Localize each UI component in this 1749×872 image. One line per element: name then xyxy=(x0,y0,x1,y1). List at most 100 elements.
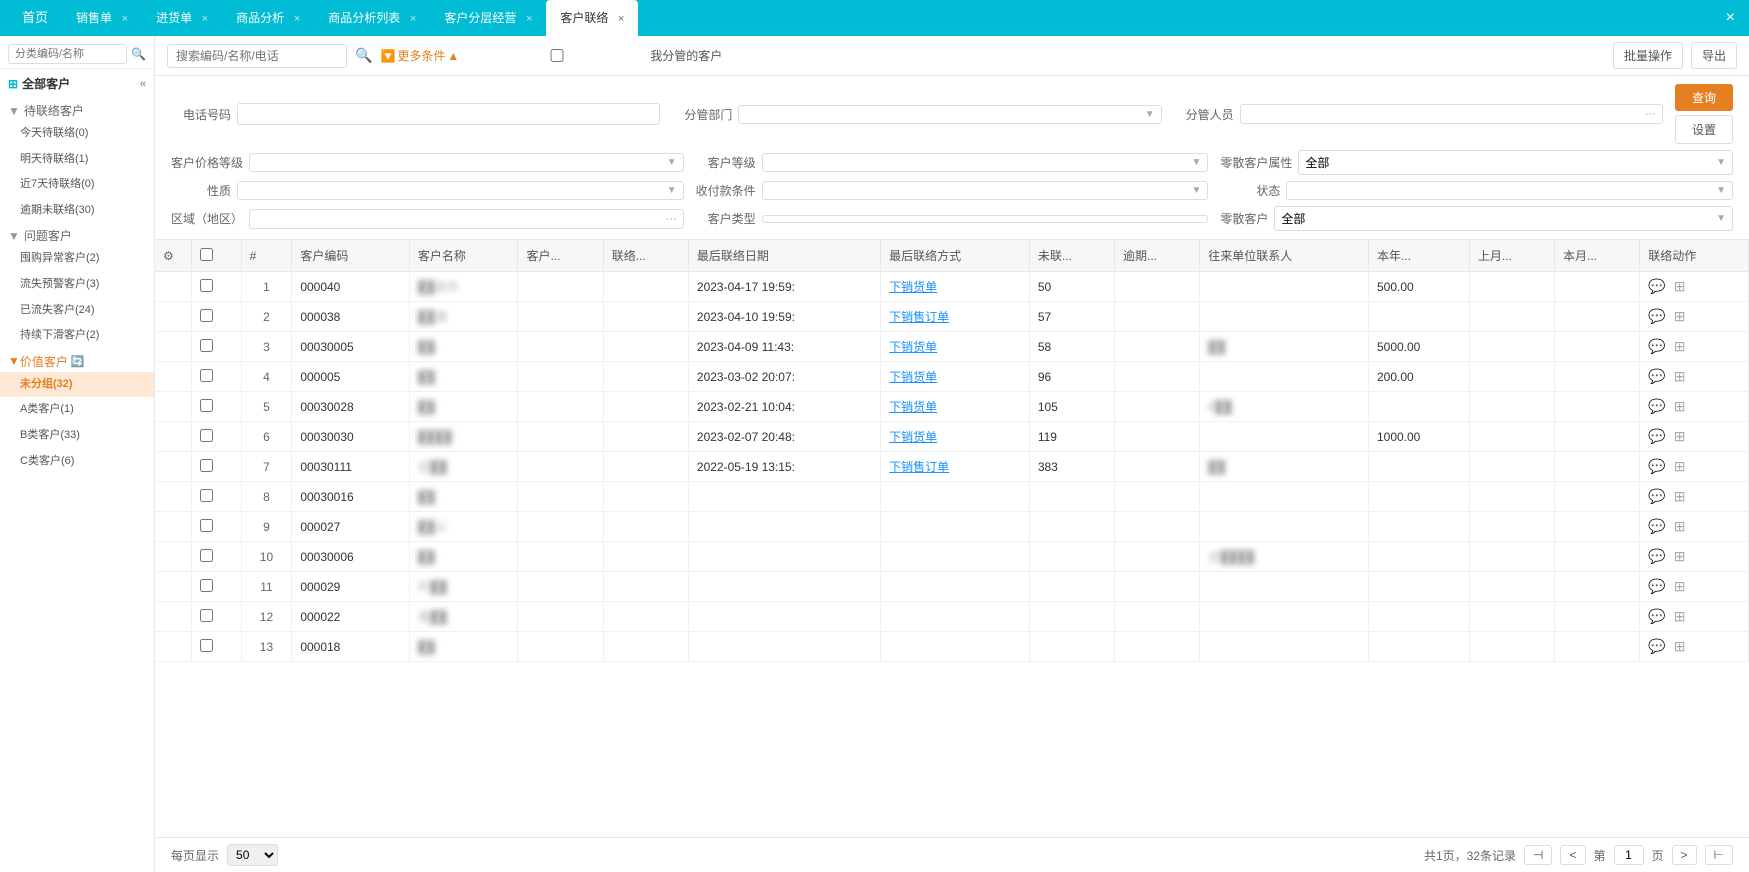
filter-payment-select[interactable]: ▼ xyxy=(762,181,1209,200)
batch-op-button[interactable]: 批量操作 xyxy=(1613,42,1683,69)
filter-status-select[interactable]: ▼ xyxy=(1286,181,1733,200)
sidebar-group-problem[interactable]: ▼ 问题客户 xyxy=(0,223,154,246)
per-page-select[interactable]: 50 100 xyxy=(227,844,278,866)
row-checkbox[interactable] xyxy=(191,572,241,602)
row-checkbox[interactable] xyxy=(191,632,241,662)
row-last-contact-method[interactable] xyxy=(881,632,1030,662)
row-last-contact-method[interactable]: 下销售订单 xyxy=(881,302,1030,332)
close-tab-0-icon[interactable]: × xyxy=(122,13,128,25)
sidebar-item-overdue[interactable]: 逾期未联络(30) xyxy=(0,198,154,224)
page-input[interactable] xyxy=(1614,845,1644,865)
sidebar-item-tomorrow[interactable]: 明天待联络(1) xyxy=(0,147,154,173)
row-checkbox[interactable] xyxy=(191,542,241,572)
my-customers-checkbox[interactable] xyxy=(467,49,647,62)
sidebar-item-churned[interactable]: 已流失客户(24) xyxy=(0,298,154,324)
row-last-contact-method[interactable]: 下销货单 xyxy=(881,332,1030,362)
last-month-header[interactable]: 上月... xyxy=(1469,240,1554,272)
row-select-checkbox[interactable] xyxy=(200,609,213,622)
chat-icon[interactable]: 💬 xyxy=(1648,458,1665,475)
filter-retail-attr-select[interactable]: 全部 ▼ xyxy=(1298,150,1733,175)
chat-icon[interactable]: 💬 xyxy=(1648,278,1665,295)
row-select-checkbox[interactable] xyxy=(200,429,213,442)
close-tab-3-icon[interactable]: × xyxy=(410,13,416,25)
settings-icon[interactable]: ⚙ xyxy=(163,249,174,263)
filter-price-level-select[interactable]: ▼ xyxy=(249,153,684,172)
row-last-contact-method[interactable] xyxy=(881,482,1030,512)
chat-icon[interactable]: 💬 xyxy=(1648,338,1665,355)
chat-icon[interactable]: 💬 xyxy=(1648,428,1665,445)
search-input[interactable] xyxy=(167,44,347,68)
sidebar-all-customers[interactable]: ⊞ 全部客户 « xyxy=(0,69,154,98)
sidebar-item-ungrouped[interactable]: 未分组(32) xyxy=(0,372,154,398)
row-last-contact-method[interactable] xyxy=(881,512,1030,542)
sidebar-item-class-a[interactable]: A类客户(1) xyxy=(0,397,154,423)
close-tab-5-icon[interactable]: × xyxy=(618,13,624,25)
code-header[interactable]: 客户编码 xyxy=(292,240,410,272)
row-checkbox[interactable] xyxy=(191,422,241,452)
sidebar-item-7days[interactable]: 近7天待联络(0) xyxy=(0,172,154,198)
filter-cust-type-select[interactable] xyxy=(762,215,1209,223)
next-page-button[interactable]: > xyxy=(1672,845,1697,865)
contact-header[interactable]: 联络... xyxy=(603,240,688,272)
grid-action-icon[interactable]: ⊞ xyxy=(1674,548,1686,565)
last-contact-method-header[interactable]: 最后联络方式 xyxy=(881,240,1030,272)
row-select-checkbox[interactable] xyxy=(200,579,213,592)
chat-icon[interactable]: 💬 xyxy=(1648,308,1665,325)
filter-dept-select[interactable]: ▼ xyxy=(738,105,1161,124)
close-tab-2-icon[interactable]: × xyxy=(294,13,300,25)
sidebar-item-class-c[interactable]: C类客户(6) xyxy=(0,449,154,475)
grid-action-icon[interactable]: ⊞ xyxy=(1674,458,1686,475)
row-checkbox[interactable] xyxy=(191,482,241,512)
filter-retail-cust-select[interactable]: 全部 ▼ xyxy=(1274,206,1733,231)
sidebar-search-input[interactable] xyxy=(8,44,127,64)
sidebar-search-icon[interactable]: 🔍 xyxy=(131,47,146,61)
prev-page-button[interactable]: < xyxy=(1560,845,1585,865)
row-select-checkbox[interactable] xyxy=(200,279,213,292)
grid-action-icon[interactable]: ⊞ xyxy=(1674,338,1686,355)
nav-tab-0[interactable]: 销售单 × xyxy=(62,0,142,36)
unit-contacts-header[interactable]: 往来单位联系人 xyxy=(1200,240,1369,272)
checkbox-header[interactable] xyxy=(191,240,241,272)
grid-action-icon[interactable]: ⊞ xyxy=(1674,278,1686,295)
row-last-contact-method[interactable]: 下销货单 xyxy=(881,392,1030,422)
row-select-checkbox[interactable] xyxy=(200,399,213,412)
nav-tab-4[interactable]: 客户分层经营 × xyxy=(430,0,546,36)
row-select-checkbox[interactable] xyxy=(200,369,213,382)
row-last-contact-method[interactable]: 下销售订单 xyxy=(881,452,1030,482)
not-contacted-header[interactable]: 未联... xyxy=(1029,240,1114,272)
nav-tab-5[interactable]: 客户联络 × xyxy=(546,0,638,36)
row-last-contact-method[interactable]: 下销货单 xyxy=(881,422,1030,452)
nav-tab-3[interactable]: 商品分析列表 × xyxy=(314,0,430,36)
type-header[interactable]: 客户... xyxy=(518,240,603,272)
filter-nature-select[interactable]: ▼ xyxy=(237,181,684,200)
nav-tab-2[interactable]: 商品分析 × xyxy=(222,0,314,36)
row-last-contact-method[interactable] xyxy=(881,572,1030,602)
row-checkbox[interactable] xyxy=(191,452,241,482)
this-year-header[interactable]: 本年... xyxy=(1368,240,1469,272)
row-select-checkbox[interactable] xyxy=(200,549,213,562)
close-tab-1-icon[interactable]: × xyxy=(202,13,208,25)
more-button[interactable]: ··· xyxy=(1645,108,1656,120)
sidebar-collapse-icon[interactable]: « xyxy=(140,78,146,90)
grid-action-icon[interactable]: ⊞ xyxy=(1674,518,1686,535)
row-last-contact-method[interactable]: 下销货单 xyxy=(881,272,1030,302)
row-checkbox[interactable] xyxy=(191,512,241,542)
sidebar-group-pending[interactable]: ▼ 待联络客户 xyxy=(0,98,154,121)
row-checkbox[interactable] xyxy=(191,302,241,332)
sidebar-item-churn-warning[interactable]: 流失预警客户(3) xyxy=(0,272,154,298)
this-month-header[interactable]: 本月... xyxy=(1555,240,1640,272)
chat-icon[interactable]: 💬 xyxy=(1648,398,1665,415)
sidebar-item-today[interactable]: 今天待联络(0) xyxy=(0,121,154,147)
chat-icon[interactable]: 💬 xyxy=(1648,578,1665,595)
row-last-contact-method[interactable]: 下销货单 xyxy=(881,362,1030,392)
sidebar-item-class-b[interactable]: B类客户(33) xyxy=(0,423,154,449)
filter-level-select[interactable]: ▼ xyxy=(762,153,1209,172)
grid-action-icon[interactable]: ⊞ xyxy=(1674,488,1686,505)
row-select-checkbox[interactable] xyxy=(200,339,213,352)
row-checkbox[interactable] xyxy=(191,392,241,422)
chat-icon[interactable]: 💬 xyxy=(1648,608,1665,625)
chat-icon[interactable]: 💬 xyxy=(1648,548,1665,565)
nav-home[interactable]: 首页 xyxy=(8,0,62,36)
grid-action-icon[interactable]: ⊞ xyxy=(1674,398,1686,415)
sidebar-item-abnormal[interactable]: 囤购异常客户(2) xyxy=(0,246,154,272)
